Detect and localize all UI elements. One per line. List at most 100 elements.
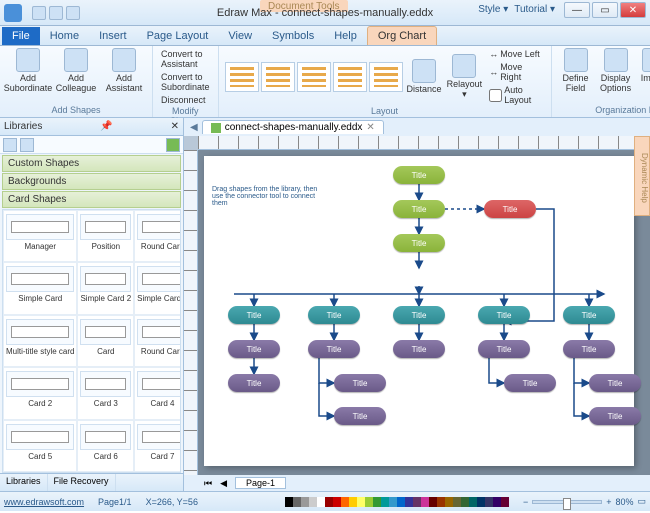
org-node[interactable]: Title <box>393 166 445 184</box>
color-swatch[interactable] <box>469 497 477 507</box>
org-node[interactable]: Title <box>563 340 615 358</box>
convert-subordinate[interactable]: Convert to Subordinate <box>159 71 212 93</box>
shape-item[interactable]: Multi-title style card <box>3 315 77 367</box>
tutorial-menu[interactable]: Tutorial ▾ <box>514 4 555 15</box>
color-swatch[interactable] <box>301 497 309 507</box>
org-node[interactable]: Title <box>393 306 445 324</box>
color-swatch[interactable] <box>285 497 293 507</box>
color-swatch[interactable] <box>325 497 333 507</box>
org-node[interactable]: Title <box>308 340 360 358</box>
canvas-viewport[interactable]: Drag shapes from the library, then use t… <box>198 150 650 475</box>
document-tab[interactable]: connect-shapes-manually.eddx ✕ <box>202 120 384 134</box>
page-sheet[interactable]: Drag shapes from the library, then use t… <box>204 156 634 466</box>
relayout-button[interactable]: Relayout ▾ <box>446 54 484 100</box>
shape-item[interactable]: Card <box>77 315 134 367</box>
color-swatch[interactable] <box>493 497 501 507</box>
tab-help[interactable]: Help <box>324 27 367 45</box>
style-menu[interactable]: Style ▾ <box>478 4 508 15</box>
tab-libraries[interactable]: Libraries <box>0 474 48 491</box>
minimize-button[interactable]: — <box>564 2 590 18</box>
color-swatch[interactable] <box>477 497 485 507</box>
shape-item[interactable]: Position <box>77 210 134 262</box>
org-node[interactable]: Title <box>308 306 360 324</box>
color-swatch[interactable] <box>485 497 493 507</box>
shape-item[interactable]: Round Card <box>134 210 181 262</box>
auto-layout-checkbox[interactable]: Auto Layout <box>487 84 544 106</box>
color-swatch[interactable] <box>309 497 317 507</box>
org-node[interactable]: Title <box>484 200 536 218</box>
category-item[interactable]: Custom Shapes <box>2 155 181 172</box>
org-node[interactable]: Title <box>393 234 445 252</box>
layout-thumb[interactable] <box>333 62 367 92</box>
website-link[interactable]: www.edrawsoft.com <box>4 497 84 507</box>
category-item[interactable]: Backgrounds <box>2 173 181 190</box>
zoom-in-icon[interactable]: + <box>606 497 611 507</box>
layout-thumb[interactable] <box>225 62 259 92</box>
display-options-button[interactable]: Display Options <box>598 48 634 94</box>
lib-tool-icon[interactable] <box>20 138 34 152</box>
shape-item[interactable]: Card 5 <box>3 420 77 472</box>
shape-item[interactable]: Simple Card <box>3 262 77 314</box>
tab-symbols[interactable]: Symbols <box>262 27 324 45</box>
org-node[interactable]: Title <box>589 407 641 425</box>
org-node[interactable]: Title <box>478 306 530 324</box>
zoom-slider[interactable] <box>532 500 602 504</box>
tab-page-layout[interactable]: Page Layout <box>137 27 219 45</box>
lib-add-icon[interactable] <box>166 138 180 152</box>
tab-file-recovery[interactable]: File Recovery <box>48 474 116 491</box>
shape-item[interactable]: Simple Card 2 <box>77 262 134 314</box>
org-node[interactable]: Title <box>228 306 280 324</box>
maximize-button[interactable]: ▭ <box>592 2 618 18</box>
category-item[interactable]: Card Shapes <box>2 191 181 208</box>
add-assistant-button[interactable]: Add Assistant <box>102 48 146 94</box>
color-swatch[interactable] <box>381 497 389 507</box>
move-left[interactable]: ↔ Move Left <box>487 48 544 60</box>
color-swatch[interactable] <box>317 497 325 507</box>
color-swatch[interactable] <box>405 497 413 507</box>
import-button[interactable]: Import <box>638 48 650 84</box>
tab-insert[interactable]: Insert <box>89 27 137 45</box>
color-swatch[interactable] <box>501 497 509 507</box>
layout-gallery[interactable] <box>225 62 403 92</box>
distance-button[interactable]: Distance <box>407 59 442 95</box>
shape-item[interactable]: Manager <box>3 210 77 262</box>
close-button[interactable]: ✕ <box>620 2 646 18</box>
qat-undo-icon[interactable] <box>49 6 63 20</box>
fit-icon[interactable]: ▭ <box>637 496 646 507</box>
color-swatch[interactable] <box>421 497 429 507</box>
tab-prev-icon[interactable]: ◀ <box>190 122 198 133</box>
shape-item[interactable]: Card 4 <box>134 367 181 419</box>
color-swatch[interactable] <box>413 497 421 507</box>
disconnect[interactable]: Disconnect <box>159 94 212 106</box>
color-swatch[interactable] <box>333 497 341 507</box>
shape-item[interactable]: Card 3 <box>77 367 134 419</box>
color-swatch[interactable] <box>341 497 349 507</box>
close-panel-icon[interactable]: ✕ <box>171 121 179 132</box>
pin-icon[interactable]: 📌 <box>100 121 112 132</box>
layout-thumb[interactable] <box>369 62 403 92</box>
shape-item[interactable]: Card 6 <box>77 420 134 472</box>
color-swatch[interactable] <box>373 497 381 507</box>
org-node[interactable]: Title <box>589 374 641 392</box>
org-node[interactable]: Title <box>393 200 445 218</box>
org-node[interactable]: Title <box>504 374 556 392</box>
page-nav-first[interactable]: ⏮ <box>204 478 212 489</box>
org-node[interactable]: Title <box>334 374 386 392</box>
color-swatch[interactable] <box>349 497 357 507</box>
close-doc-icon[interactable]: ✕ <box>366 122 374 133</box>
shape-item[interactable]: Card 7 <box>134 420 181 472</box>
shape-item[interactable]: Round Card <box>134 315 181 367</box>
color-swatch[interactable] <box>293 497 301 507</box>
add-colleague-button[interactable]: Add Colleague <box>54 48 98 94</box>
dynamic-help-tab[interactable]: Dynamic Help <box>634 136 650 216</box>
qat-redo-icon[interactable] <box>66 6 80 20</box>
lib-tool-icon[interactable] <box>3 138 17 152</box>
org-node[interactable]: Title <box>228 374 280 392</box>
convert-assistant[interactable]: Convert to Assistant <box>159 48 212 70</box>
page-nav-prev[interactable]: ◀ <box>220 478 227 489</box>
org-node[interactable]: Title <box>228 340 280 358</box>
org-node[interactable]: Title <box>393 340 445 358</box>
org-node[interactable]: Title <box>478 340 530 358</box>
layout-thumb[interactable] <box>261 62 295 92</box>
define-field-button[interactable]: Define Field <box>558 48 594 94</box>
